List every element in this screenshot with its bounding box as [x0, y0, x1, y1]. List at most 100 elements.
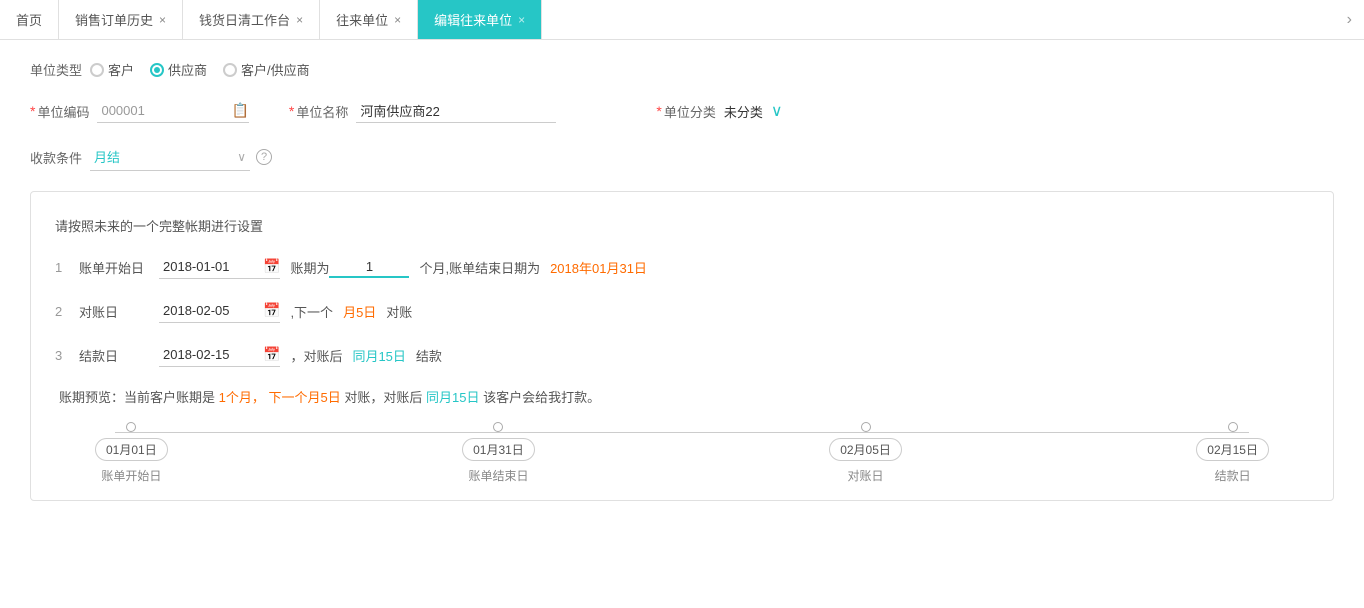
timeline-point-3: 02月05日 对账日: [829, 422, 902, 484]
payment-terms-dropdown-icon[interactable]: ∨: [237, 150, 246, 164]
radio-supplier-label: 供应商: [168, 60, 207, 79]
tab-partner-units[interactable]: 往来单位 ×: [320, 0, 418, 39]
timeline-label-box-2: 01月31日: [462, 438, 535, 461]
tab-close-cash-workbench[interactable]: ×: [296, 13, 303, 27]
tab-more-button[interactable]: ›: [1335, 11, 1364, 29]
start-date-input[interactable]: [159, 255, 259, 278]
period-desc-3-suffix: 结款: [416, 346, 442, 365]
tab-home[interactable]: 首页: [0, 0, 59, 39]
card-title: 请按照未来的一个完整帐期进行设置: [55, 216, 1309, 235]
tab-close-sales-history[interactable]: ×: [159, 13, 166, 27]
period-desc-2-highlight: 月5日: [343, 302, 376, 321]
preview-text: 账期预览：当前客户账期是 1个月， 下一个月5日 对账，对账后 同月15日 该客…: [55, 387, 1309, 406]
radio-customer-label: 客户: [108, 60, 134, 79]
payment-terms-select[interactable]: 月结 ∨: [90, 143, 250, 171]
period-desc-2-suffix: 对账: [386, 302, 412, 321]
unit-code-input-wrapper: 📋: [97, 99, 248, 123]
period-desc-2-prefix: ,下一个: [290, 302, 333, 321]
radio-customer-circle: [90, 63, 104, 77]
tab-sales-history[interactable]: 销售订单历史 ×: [59, 0, 183, 39]
timeline-dot-4: [1228, 422, 1238, 432]
unit-category-select[interactable]: 未分类 ∨: [724, 101, 844, 121]
recon-date-input-wrapper: 📅: [159, 299, 280, 323]
help-icon[interactable]: ?: [256, 149, 272, 165]
unit-name-label: 单位名称: [296, 102, 348, 121]
unit-category-required: *: [656, 103, 661, 119]
timeline-dot-1: [126, 422, 136, 432]
payment-terms-row: 收款条件 月结 ∨ ?: [30, 143, 1334, 171]
period-settings-card: 请按照未来的一个完整帐期进行设置 1 账单开始日 📅 账期为 个月,账单结束日期…: [30, 191, 1334, 501]
period-num-1: 1: [55, 260, 79, 275]
unit-name-item: * 单位名称: [289, 99, 556, 123]
unit-category-dropdown-icon[interactable]: ∨: [771, 101, 783, 121]
preview-part1: 1个月，: [219, 390, 265, 405]
tab-close-edit-partner[interactable]: ×: [518, 13, 525, 27]
radio-both-label: 客户/供应商: [241, 60, 310, 79]
period-desc-3-prefix: ，对账后: [290, 346, 342, 365]
recon-date-calendar-icon[interactable]: 📅: [263, 302, 280, 319]
radio-customer[interactable]: 客户: [90, 60, 134, 79]
unit-code-required: *: [30, 103, 35, 119]
unit-name-input[interactable]: [356, 99, 556, 123]
unit-code-icon[interactable]: 📋: [231, 102, 248, 119]
unit-type-item: 单位类型 客户 供应商 客户/供应商: [30, 60, 310, 79]
timeline-dot-2: [493, 422, 503, 432]
timeline-label-box-4: 02月15日: [1196, 438, 1269, 461]
period-desc-1-prefix: 账期为: [290, 258, 329, 277]
unit-category-value: 未分类: [724, 102, 763, 121]
preview-part2: 下一个月5日: [269, 390, 341, 405]
period-field-1: 账单开始日: [79, 258, 159, 277]
start-date-input-wrapper: 📅: [159, 255, 280, 279]
payment-date-calendar-icon[interactable]: 📅: [263, 346, 280, 363]
preview-end: 该客户会给我打款。: [483, 390, 600, 405]
radio-supplier[interactable]: 供应商: [150, 60, 207, 79]
period-num-2: 2: [55, 304, 79, 319]
unit-category-label: 单位分类: [664, 102, 716, 121]
period-row-1: 1 账单开始日 📅 账期为 个月,账单结束日期为 2018年01月31日: [55, 255, 1309, 279]
preview-mid: 对账，对账后: [344, 390, 422, 405]
payment-terms-item: 收款条件 月结 ∨ ?: [30, 143, 272, 171]
period-field-2: 对账日: [79, 302, 159, 321]
radio-both-circle: [223, 63, 237, 77]
tab-close-partner-units[interactable]: ×: [394, 13, 401, 27]
start-date-calendar-icon[interactable]: 📅: [263, 258, 280, 275]
timeline-sub-4: 结款日: [1215, 467, 1251, 484]
unit-code-label: 单位编码: [37, 102, 89, 121]
timeline: 01月01日 账单开始日 01月31日 账单结束日 02月05日 对账日 02月…: [55, 422, 1309, 484]
tab-edit-partner[interactable]: 编辑往来单位 ×: [418, 0, 542, 39]
radio-supplier-circle: [150, 63, 164, 77]
timeline-points: 01月01日 账单开始日 01月31日 账单结束日 02月05日 对账日 02月…: [95, 422, 1269, 484]
payment-terms-value: 月结: [94, 147, 237, 166]
payment-terms-label: 收款条件: [30, 148, 82, 167]
timeline-point-4: 02月15日 结款日: [1196, 422, 1269, 484]
unit-info-row: * 单位编码 📋 * 单位名称 * 单位分类 未分类 ∨: [30, 99, 1334, 123]
timeline-sub-1: 账单开始日: [101, 467, 161, 484]
preview-part3: 同月15日: [426, 390, 479, 405]
period-row-3: 3 结款日 📅 ，对账后 同月15日 结款: [55, 343, 1309, 367]
unit-code-input[interactable]: [97, 99, 227, 122]
unit-type-label: 单位类型: [30, 60, 82, 79]
period-row-2: 2 对账日 📅 ,下一个 月5日 对账: [55, 299, 1309, 323]
recon-date-input[interactable]: [159, 299, 259, 322]
main-content: 单位类型 客户 供应商 客户/供应商 * 单位编码: [0, 40, 1364, 608]
unit-name-required: *: [289, 103, 294, 119]
timeline-sub-3: 对账日: [848, 467, 884, 484]
period-field-3: 结款日: [79, 346, 159, 365]
unit-type-row: 单位类型 客户 供应商 客户/供应商: [30, 60, 1334, 79]
radio-both[interactable]: 客户/供应商: [223, 60, 310, 79]
period-months-input[interactable]: [329, 257, 409, 278]
timeline-sub-2: 账单结束日: [468, 467, 528, 484]
preview-label: 账期预览：当前客户账期是: [59, 390, 215, 405]
timeline-label-box-1: 01月01日: [95, 438, 168, 461]
timeline-dot-3: [861, 422, 871, 432]
timeline-point-2: 01月31日 账单结束日: [462, 422, 535, 484]
timeline-point-1: 01月01日 账单开始日: [95, 422, 168, 484]
payment-date-input[interactable]: [159, 343, 259, 366]
period-end-date-highlight: 2018年01月31日: [550, 258, 647, 277]
tab-cash-workbench[interactable]: 钱货日清工作台 ×: [183, 0, 320, 39]
timeline-label-box-3: 02月05日: [829, 438, 902, 461]
unit-type-radio-group: 客户 供应商 客户/供应商: [90, 60, 310, 79]
tab-bar: 首页 销售订单历史 × 钱货日清工作台 × 往来单位 × 编辑往来单位 × ›: [0, 0, 1364, 40]
period-desc-1-suffix: 个月,账单结束日期为: [419, 258, 540, 277]
unit-code-item: * 单位编码 📋: [30, 99, 249, 123]
